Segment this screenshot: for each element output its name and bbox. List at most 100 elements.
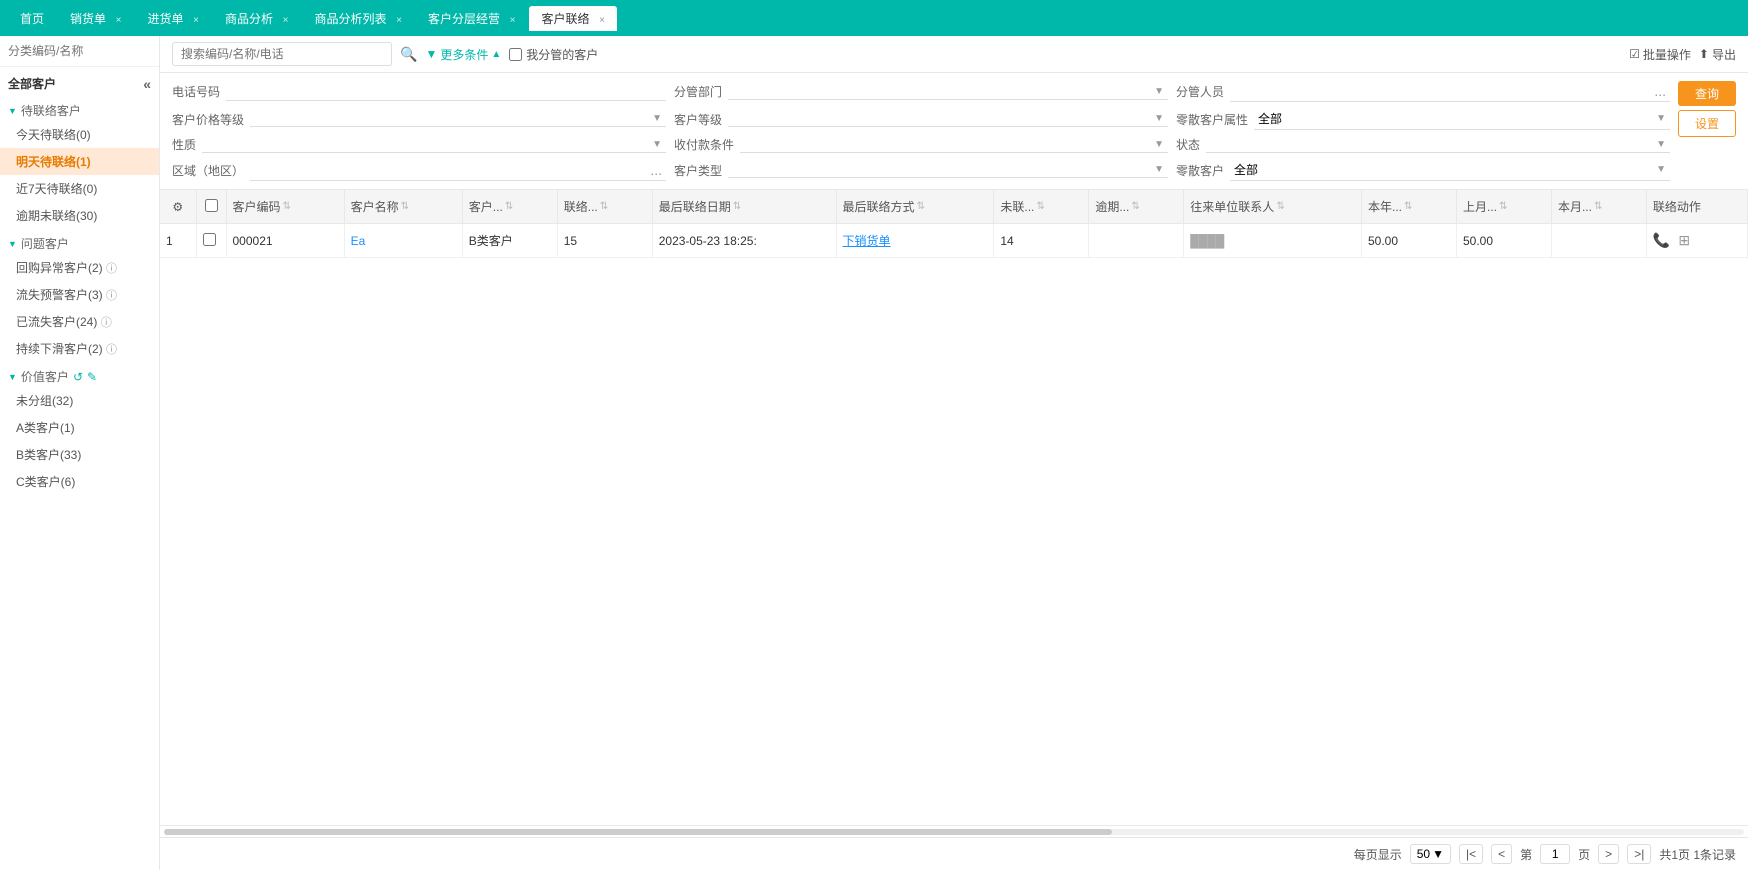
sidebar-item-ungrouped[interactable]: 未分组(32) (0, 387, 159, 414)
price-level-select[interactable]: ▼ (250, 111, 666, 127)
region-field: 区域（地区） ... (172, 160, 666, 181)
dept-select[interactable]: ▼ (728, 84, 1168, 100)
page-size-select[interactable]: 50 ▼ (1410, 844, 1451, 864)
sidebar-item-tomorrow-pending[interactable]: 明天待联络(1) (0, 148, 159, 175)
row-last-contact-method[interactable]: 下销货单 (836, 224, 994, 258)
sidebar-item-b-class[interactable]: B类客户(33) (0, 441, 159, 468)
last-page-button[interactable]: >| (1627, 844, 1651, 864)
sidebar-search-input[interactable] (8, 44, 160, 58)
contact-person-column-header: 往来单位联系人 ⇅ (1184, 190, 1362, 224)
select-all-checkbox[interactable] (205, 199, 218, 212)
close-purchase-order-icon[interactable]: × (193, 15, 199, 26)
contact-count-column-header: 联络... ⇅ (557, 190, 652, 224)
this-month-sort-icon: ⇅ (1594, 201, 1602, 212)
row-actions: 📞 ⊞ (1646, 224, 1747, 258)
row-checkbox[interactable] (203, 233, 216, 246)
person-input-area: ... (1230, 81, 1670, 102)
close-customer-tier-icon[interactable]: × (510, 15, 516, 26)
gear-icon[interactable]: ⚙ (172, 200, 183, 214)
batch-ops-button[interactable]: ☑ 批量操作 (1629, 46, 1691, 63)
prev-page-button[interactable]: < (1491, 844, 1512, 864)
retail-customer-select[interactable]: 全部 ▼ (1230, 159, 1670, 181)
problem-customers-group: 问题客户 (0, 229, 159, 254)
sidebar-item-a-class[interactable]: A类客户(1) (0, 414, 159, 441)
filter-search-icon[interactable]: 🔍 (400, 46, 417, 63)
uncontact-sort-icon: ⇅ (1036, 201, 1044, 212)
next-page-button[interactable]: > (1598, 844, 1619, 864)
nav-customer-contact[interactable]: 客户联络 × (529, 6, 616, 31)
filter-bar: 🔍 ▼ 更多条件 ▲ 我分管的客户 ☑ 批量操作 ⬆ 导出 (160, 36, 1748, 73)
customer-type-arrow-icon: ▼ (1154, 164, 1164, 175)
last-month-column-header: 上月... ⇅ (1456, 190, 1551, 224)
nav-product-analysis[interactable]: 商品分析 × (213, 6, 300, 31)
row-contact-person: ████ (1184, 224, 1362, 258)
nav-purchase-order[interactable]: 进货单 × (136, 6, 211, 31)
page-number-input[interactable] (1540, 844, 1570, 864)
page-size-arrow-icon: ▼ (1432, 847, 1444, 861)
nav-sales-order[interactable]: 销货单 × (58, 6, 133, 31)
scroll-track[interactable] (164, 829, 1744, 835)
close-sales-order-icon[interactable]: × (116, 15, 122, 26)
my-customers-checkbox[interactable] (509, 48, 522, 61)
row-checkbox-cell[interactable] (196, 224, 226, 258)
sidebar-item-churn-warning[interactable]: 流失预警客户(3) ⓘ (0, 281, 159, 308)
status-select[interactable]: ▼ (1206, 137, 1670, 153)
phone-action-icon[interactable]: 📞 (1653, 232, 1670, 249)
code-sort-icon: ⇅ (283, 201, 291, 212)
close-product-analysis-icon[interactable]: × (283, 15, 289, 26)
edit-value-icon[interactable]: ✎ (87, 370, 97, 384)
nature-select[interactable]: ▼ (202, 137, 666, 153)
more-conditions-button[interactable]: ▼ 更多条件 ▲ (425, 46, 501, 63)
sidebar-item-churned[interactable]: 已流失客户(24) ⓘ (0, 308, 159, 335)
all-customers-header: 全部客户 « (0, 67, 159, 96)
close-customer-contact-icon[interactable]: × (599, 15, 605, 26)
overdue-column-header: 逾期... ⇅ (1089, 190, 1184, 224)
person-dots-icon[interactable]: ... (1654, 83, 1666, 99)
sidebar-item-repurchase-abnormal[interactable]: 回购异常客户(2) ⓘ (0, 254, 159, 281)
sidebar-item-declining[interactable]: 持续下滑客户(2) ⓘ (0, 335, 159, 362)
per-page-label: 每页显示 (1354, 846, 1402, 863)
nav-product-analysis-list[interactable]: 商品分析列表 × (302, 6, 413, 31)
region-input-area: ... (250, 160, 666, 181)
my-customers-checkbox-area[interactable]: 我分管的客户 (509, 46, 598, 63)
close-product-analysis-list-icon[interactable]: × (396, 15, 402, 26)
nature-field: 性质 ▼ (172, 136, 666, 153)
query-button[interactable]: 查询 (1678, 81, 1736, 106)
nav-home[interactable]: 首页 (8, 6, 56, 31)
value-customers-group: 价值客户 ↺ ✎ (0, 362, 159, 387)
horizontal-scroll-bar[interactable] (160, 825, 1748, 837)
row-index: 1 (160, 224, 196, 258)
nav-customer-tier[interactable]: 客户分层经营 × (416, 6, 527, 31)
sidebar-item-today-pending[interactable]: 今天待联络(0) (0, 121, 159, 148)
row-contact-count: 15 (557, 224, 652, 258)
grid-action-icon[interactable]: ⊞ (1678, 232, 1690, 249)
settings-button[interactable]: 设置 (1678, 110, 1736, 137)
top-navigation: 首页 销货单 × 进货单 × 商品分析 × 商品分析列表 × 客户分层经营 × … (0, 0, 1748, 36)
customer-level-select[interactable]: ▼ (728, 111, 1168, 127)
row-this-month (1551, 224, 1646, 258)
first-page-button[interactable]: |< (1459, 844, 1483, 864)
ctype-sort-icon: ⇅ (505, 201, 513, 212)
refresh-value-icon[interactable]: ↺ (73, 370, 83, 384)
batch-icon: ☑ (1629, 47, 1640, 61)
sidebar-item-c-class[interactable]: C类客户(6) (0, 468, 159, 495)
pagination-bar: 每页显示 50 ▼ |< < 第 页 > >| 共1页 1条记录 (160, 837, 1748, 870)
retail-attr-select[interactable]: 全部 ▼ (1254, 108, 1670, 130)
sidebar-item-7days-pending[interactable]: 近7天待联络(0) (0, 175, 159, 202)
phone-input[interactable] (226, 82, 666, 101)
contact-method-link[interactable]: 下销货单 (843, 234, 891, 248)
collapse-icon[interactable]: « (143, 76, 151, 92)
retail-attr-arrow-icon: ▼ (1656, 113, 1666, 124)
filter-row-1: 电话号码 分管部门 ▼ 分管人员 (172, 81, 1670, 102)
help-icon-churned: ⓘ (101, 317, 112, 329)
table-row: 1 000021 Ea B类客户 15 2023-05-23 18:25: 下销… (160, 224, 1748, 258)
export-button[interactable]: ⬆ 导出 (1699, 46, 1736, 63)
this-year-column-header: 本年... ⇅ (1362, 190, 1457, 224)
search-input[interactable] (172, 42, 392, 66)
customer-type-select[interactable]: ▼ (728, 162, 1168, 178)
name-sort-icon: ⇅ (401, 201, 409, 212)
scroll-thumb[interactable] (164, 829, 1112, 835)
region-dots-icon[interactable]: ... (650, 162, 662, 178)
payment-select[interactable]: ▼ (740, 137, 1168, 153)
sidebar-item-overdue-pending[interactable]: 逾期未联络(30) (0, 202, 159, 229)
